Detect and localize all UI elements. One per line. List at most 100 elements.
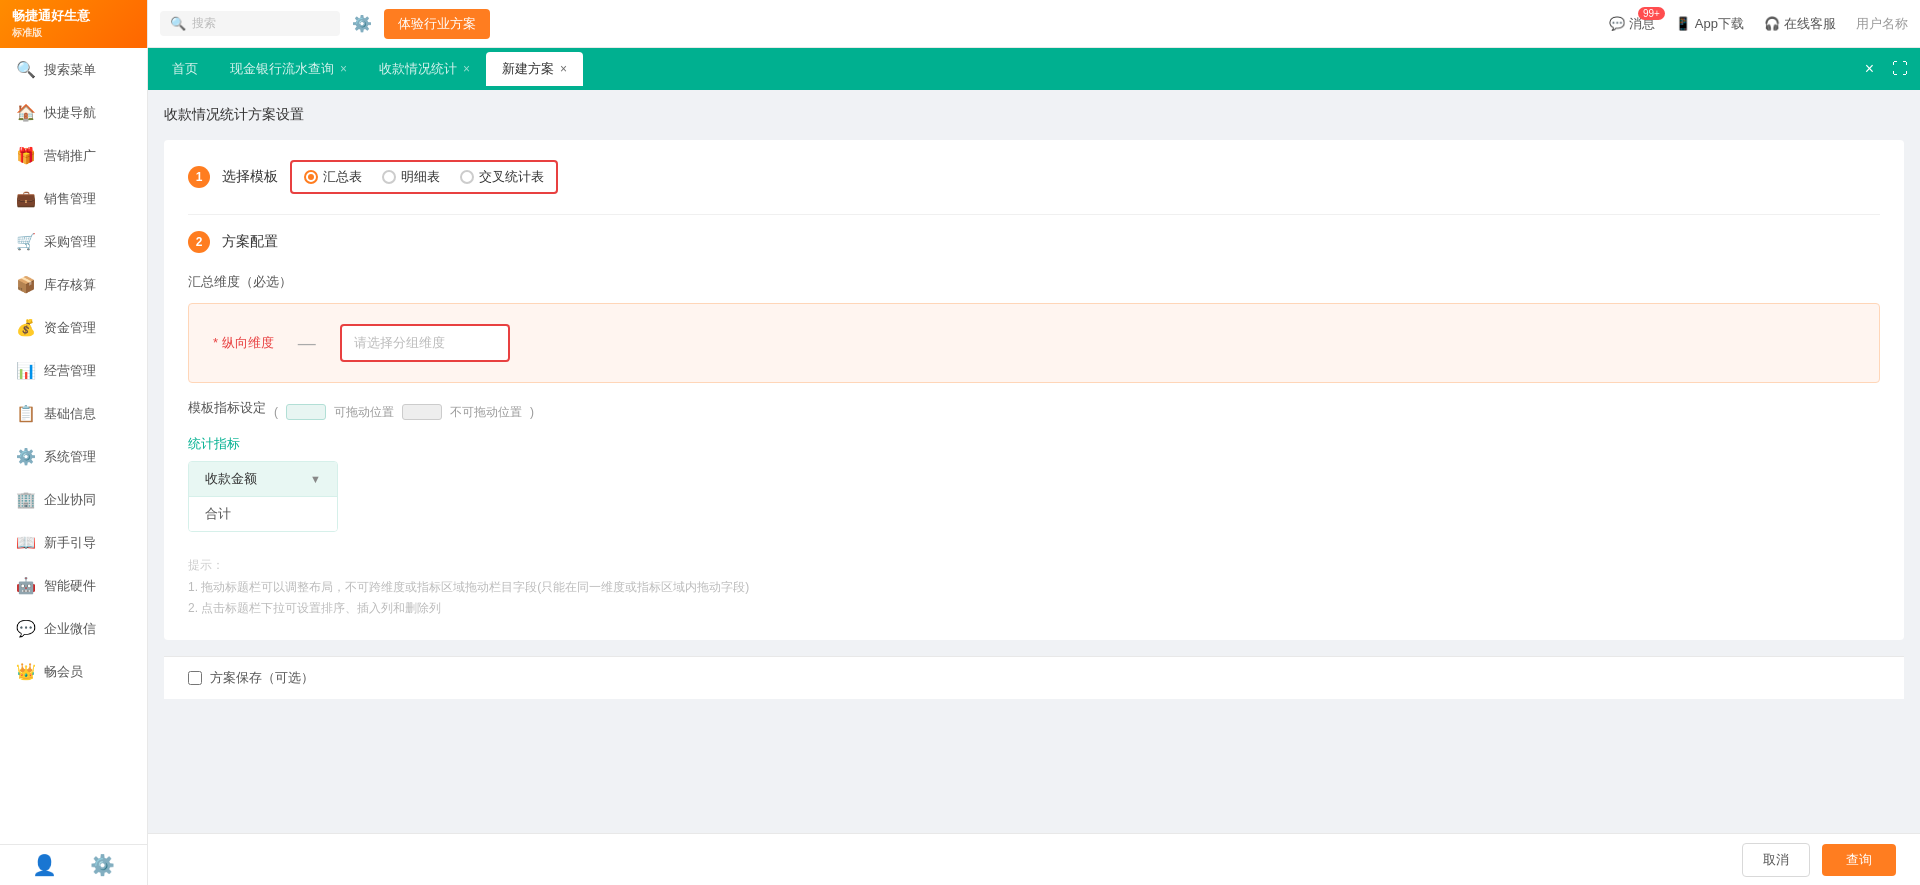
metrics-group-label: 统计指标 bbox=[188, 435, 1880, 453]
service-icon: 🎧 bbox=[1764, 16, 1780, 31]
sidebar-item-wechat[interactable]: 💬 企业微信 bbox=[0, 607, 147, 650]
sidebar: 畅捷通好生意 标准版 🔍 搜索菜单 🏠 快捷导航 🎁 营销推广 💼 销售管理 🛒… bbox=[0, 0, 148, 885]
cancel-button[interactable]: 取消 bbox=[1742, 843, 1810, 877]
tab-home[interactable]: 首页 bbox=[156, 52, 214, 86]
settings-icon[interactable]: ⚙️ bbox=[352, 14, 372, 33]
search-bar-icon: 🔍 bbox=[170, 16, 186, 31]
sidebar-logo: 畅捷通好生意 标准版 bbox=[0, 0, 147, 48]
user-avatar-icon[interactable]: 👤 bbox=[32, 853, 57, 877]
tab-close-all-btn[interactable]: × bbox=[1861, 56, 1878, 82]
radio-summary-circle bbox=[304, 170, 318, 184]
sidebar-item-finance[interactable]: 💰 资金管理 bbox=[0, 306, 147, 349]
sidebar-bottom: 👤 ⚙️ bbox=[0, 844, 147, 885]
hint-nodrag-label: 不可拖动位置 bbox=[450, 404, 522, 421]
app-download[interactable]: 📱 App下载 bbox=[1675, 15, 1744, 33]
radio-crosstab[interactable]: 交叉统计表 bbox=[460, 168, 544, 186]
sidebar-item-purchase[interactable]: 🛒 采购管理 bbox=[0, 220, 147, 263]
robot-icon: 🤖 bbox=[16, 576, 36, 595]
sidebar-item-search-menu[interactable]: 🔍 搜索菜单 bbox=[0, 48, 147, 91]
tab-collection-stat-close[interactable]: × bbox=[463, 62, 470, 76]
user-name: 用户名称 bbox=[1856, 15, 1908, 33]
tips-area: 提示： 1. 拖动标题栏可以调整布局，不可跨维度或指标区域拖动栏目字段(只能在同… bbox=[188, 555, 1880, 620]
save-label: 方案保存（可选） bbox=[210, 669, 314, 687]
online-service[interactable]: 🎧 在线客服 bbox=[1764, 15, 1836, 33]
step1-header: 1 选择模板 汇总表 明细表 交叉统计表 bbox=[188, 160, 1880, 194]
divider1 bbox=[188, 214, 1880, 215]
dim-area: * 纵向维度 — 请选择分组维度 bbox=[188, 303, 1880, 383]
metrics-col-header: 收款金额 bbox=[205, 470, 257, 488]
search-bar[interactable]: 🔍 搜索 bbox=[160, 11, 340, 36]
chat-icon: 💬 bbox=[16, 619, 36, 638]
dim-row-label: * 纵向维度 bbox=[213, 334, 274, 352]
tab-home-label: 首页 bbox=[172, 60, 198, 78]
sidebar-item-enterprise[interactable]: 🏢 企业协同 bbox=[0, 478, 147, 521]
gear-icon: ⚙️ bbox=[16, 447, 36, 466]
sidebar-item-sales[interactable]: 💼 销售管理 bbox=[0, 177, 147, 220]
sidebar-item-smart-hw[interactable]: 🤖 智能硬件 bbox=[0, 564, 147, 607]
metrics-chevron-icon: ▼ bbox=[310, 473, 321, 485]
tip1: 1. 拖动标题栏可以调整布局，不可跨维度或指标区域拖动栏目字段(只能在同一维度或… bbox=[188, 577, 1880, 599]
sidebar-item-basic-info[interactable]: 📋 基础信息 bbox=[0, 392, 147, 435]
sidebar-item-member[interactable]: 👑 畅会员 bbox=[0, 650, 147, 693]
metrics-table: 收款金额 ▼ 合计 bbox=[188, 461, 338, 532]
metrics-table-row: 合计 bbox=[189, 497, 337, 531]
tab-bank-flow-close[interactable]: × bbox=[340, 62, 347, 76]
service-label: 在线客服 bbox=[1784, 15, 1836, 33]
hint-drag-label: 可拖动位置 bbox=[334, 404, 394, 421]
industry-btn[interactable]: 体验行业方案 bbox=[384, 9, 490, 39]
clipboard-icon: 📋 bbox=[16, 404, 36, 423]
search-bar-placeholder: 搜索 bbox=[192, 15, 216, 32]
message-badge[interactable]: 💬 消息 99+ bbox=[1609, 15, 1655, 33]
settings-bottom-icon[interactable]: ⚙️ bbox=[90, 853, 115, 877]
book-icon: 📖 bbox=[16, 533, 36, 552]
main-area: 🔍 搜索 ⚙️ 体验行业方案 💬 消息 99+ 📱 App下载 🎧 在线客服 用… bbox=[148, 0, 1920, 885]
radio-detail[interactable]: 明细表 bbox=[382, 168, 440, 186]
radio-detail-circle bbox=[382, 170, 396, 184]
message-count: 99+ bbox=[1638, 7, 1665, 20]
home-icon: 🏠 bbox=[16, 103, 36, 122]
sidebar-item-marketing[interactable]: 🎁 营销推广 bbox=[0, 134, 147, 177]
box-icon: 📦 bbox=[16, 275, 36, 294]
dim-row: * 纵向维度 — 请选择分组维度 bbox=[213, 324, 510, 362]
download-label: App下载 bbox=[1695, 15, 1744, 33]
tab-expand-btn[interactable]: ⛶ bbox=[1888, 56, 1912, 82]
metrics-table-header[interactable]: 收款金额 ▼ bbox=[189, 462, 337, 497]
step2-label: 方案配置 bbox=[222, 233, 278, 251]
tab-bank-flow[interactable]: 现金银行流水查询 × bbox=[214, 52, 363, 86]
query-button[interactable]: 查询 bbox=[1822, 844, 1896, 876]
dim-select-placeholder: 请选择分组维度 bbox=[354, 335, 445, 350]
building-icon: 🏢 bbox=[16, 490, 36, 509]
metrics-section-title: 模板指标设定 bbox=[188, 399, 266, 417]
save-checkbox[interactable] bbox=[188, 671, 202, 685]
sidebar-item-quick-nav[interactable]: 🏠 快捷导航 bbox=[0, 91, 147, 134]
tab-collection-stat[interactable]: 收款情况统计 × bbox=[363, 52, 486, 86]
sidebar-item-newbie[interactable]: 📖 新手引导 bbox=[0, 521, 147, 564]
dim-section-title: 汇总维度（必选） bbox=[188, 273, 1880, 291]
logo-text: 畅捷通好生意 标准版 bbox=[12, 8, 90, 39]
tab-new-plan[interactable]: 新建方案 × bbox=[486, 52, 583, 86]
hint-nodrag-box bbox=[402, 404, 442, 420]
tab-collection-stat-label: 收款情况统计 bbox=[379, 60, 457, 78]
radio-summary[interactable]: 汇总表 bbox=[304, 168, 362, 186]
content-area: 收款情况统计方案设置 1 选择模板 汇总表 明细表 bbox=[148, 90, 1920, 833]
tip2: 2. 点击标题栏下拉可设置排序、插入列和删除列 bbox=[188, 598, 1880, 620]
step2-header: 2 方案配置 bbox=[188, 231, 1880, 253]
radio-detail-label: 明细表 bbox=[401, 168, 440, 186]
dim-arrow-icon: — bbox=[298, 333, 316, 354]
sidebar-item-operations[interactable]: 📊 经营管理 bbox=[0, 349, 147, 392]
cart-icon: 🛒 bbox=[16, 232, 36, 251]
sidebar-item-system[interactable]: ⚙️ 系统管理 bbox=[0, 435, 147, 478]
sidebar-item-inventory[interactable]: 📦 库存核算 bbox=[0, 263, 147, 306]
search-icon: 🔍 bbox=[16, 60, 36, 79]
tab-new-plan-close[interactable]: × bbox=[560, 62, 567, 76]
topbar-right: 💬 消息 99+ 📱 App下载 🎧 在线客服 用户名称 bbox=[1609, 15, 1908, 33]
money-icon: 💰 bbox=[16, 318, 36, 337]
dim-select[interactable]: 请选择分组维度 bbox=[340, 324, 510, 362]
radio-crosstab-circle bbox=[460, 170, 474, 184]
tabbar-actions: × ⛶ bbox=[1861, 56, 1912, 82]
chart-icon: 📊 bbox=[16, 361, 36, 380]
tabbar: 首页 现金银行流水查询 × 收款情况统计 × 新建方案 × × ⛶ bbox=[148, 48, 1920, 90]
crown-icon: 👑 bbox=[16, 662, 36, 681]
page-title: 收款情况统计方案设置 bbox=[164, 106, 1904, 124]
tips-title: 提示： bbox=[188, 558, 224, 572]
